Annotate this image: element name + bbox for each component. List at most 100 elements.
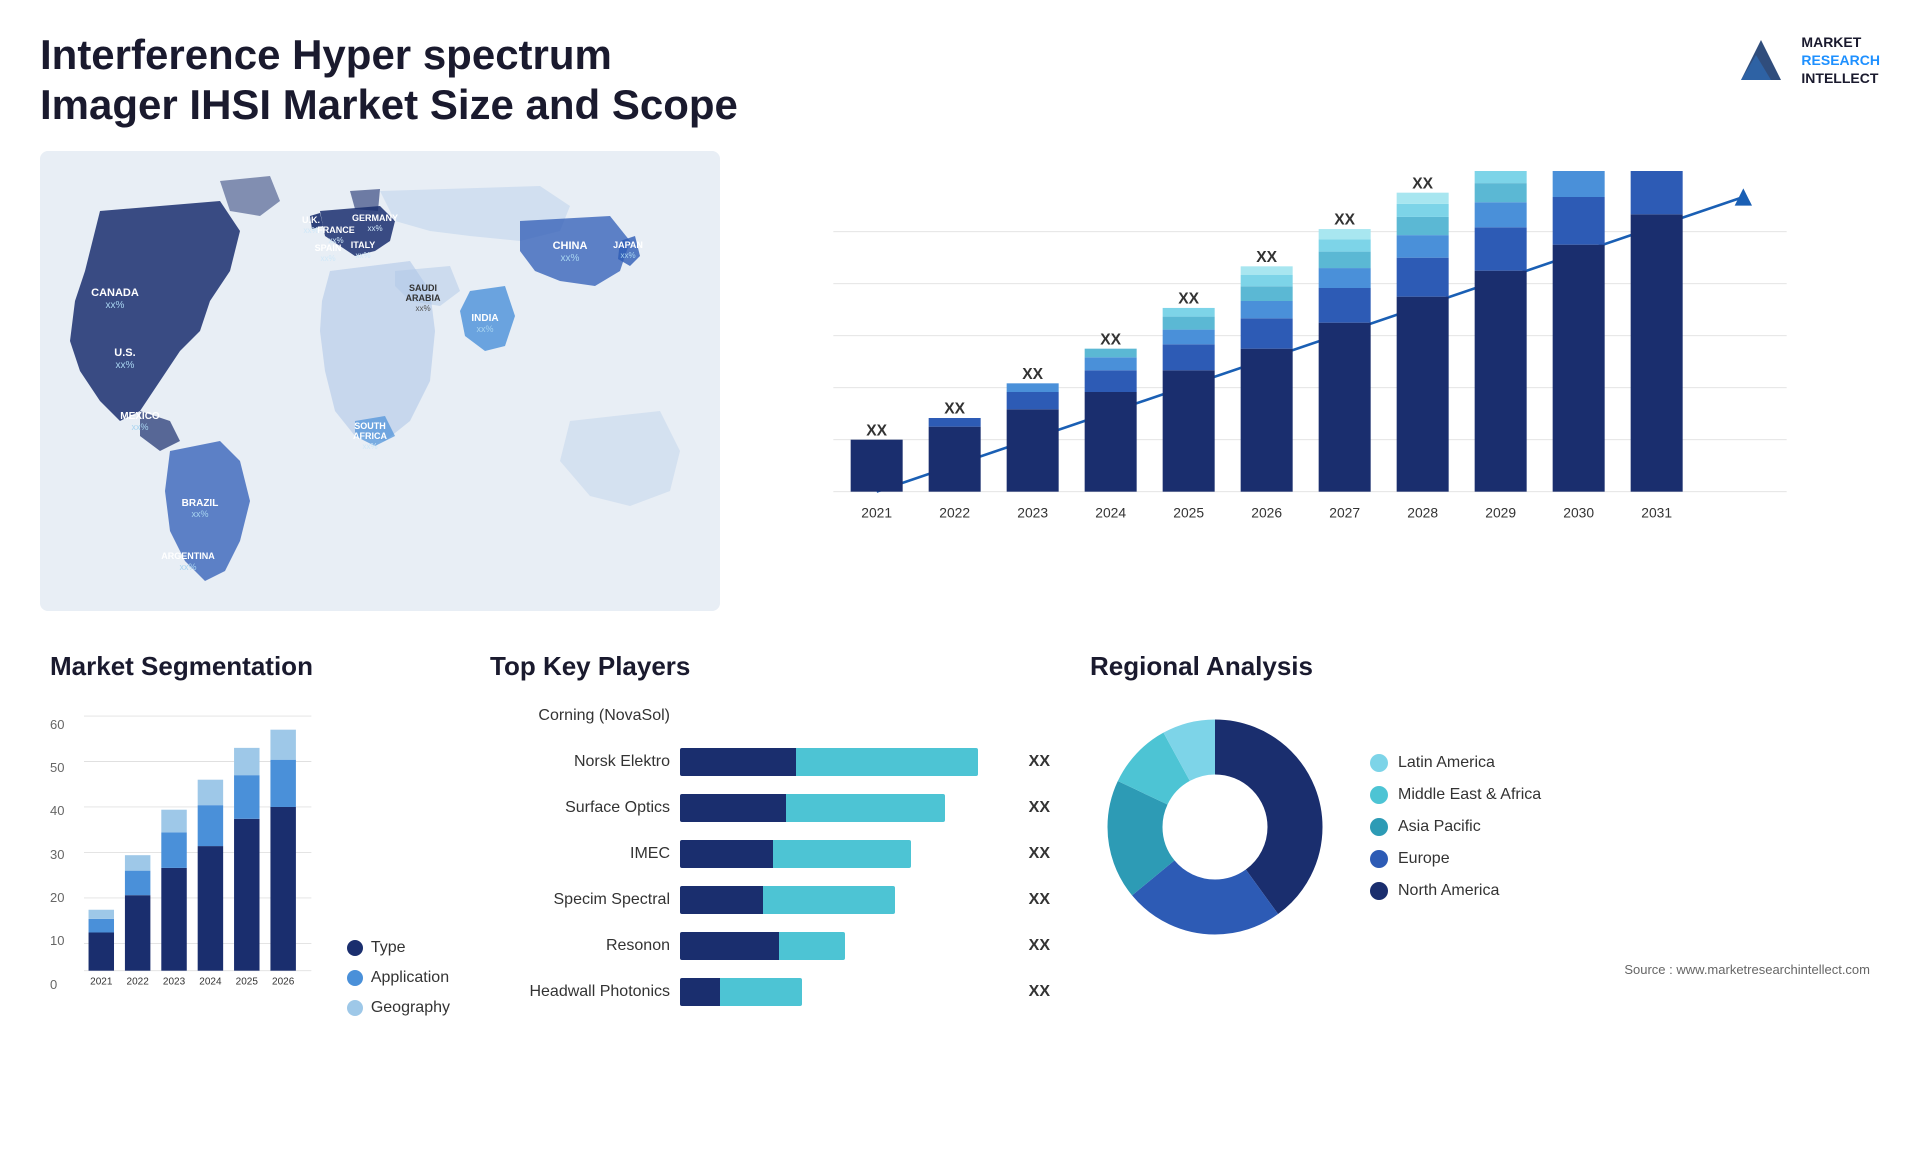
type-dot xyxy=(347,940,363,956)
key-players-title: Top Key Players xyxy=(490,651,1050,682)
player-xx: XX xyxy=(1029,799,1050,817)
seg-bars-svg: 2021 2022 2023 xyxy=(84,702,311,1012)
svg-text:2023: 2023 xyxy=(163,976,186,987)
player-xx: XX xyxy=(1029,937,1050,955)
svg-text:2026: 2026 xyxy=(1251,504,1282,520)
svg-text:xx%: xx% xyxy=(355,251,370,260)
seg-y-axis: 60 50 40 30 20 10 0 xyxy=(50,717,64,1017)
application-label: Application xyxy=(371,969,449,987)
seg-legend: Type Application Geography xyxy=(347,939,450,1017)
donut-container: Latin America Middle East & Africa Asia … xyxy=(1090,702,1870,952)
segmentation-title: Market Segmentation xyxy=(50,651,450,682)
svg-text:2023: 2023 xyxy=(1017,504,1048,520)
svg-text:SAUDI: SAUDI xyxy=(409,283,437,293)
legend-north-america: North America xyxy=(1370,882,1541,900)
svg-text:ITALY: ITALY xyxy=(351,240,376,250)
svg-text:FRANCE: FRANCE xyxy=(317,225,355,235)
svg-text:AFRICA: AFRICA xyxy=(353,431,387,441)
svg-text:XX: XX xyxy=(1412,175,1433,192)
player-name: IMEC xyxy=(490,845,670,863)
map-svg: CANADA xx% U.S. xx% MEXICO xx% BRAZIL xx… xyxy=(40,151,720,611)
geography-label: Geography xyxy=(371,999,450,1017)
svg-text:2029: 2029 xyxy=(1485,504,1516,520)
logo-text: MARKET RESEARCH INTELLECT xyxy=(1801,33,1880,88)
svg-text:INDIA: INDIA xyxy=(471,313,498,324)
source-text: Source : www.marketresearchintellect.com xyxy=(1090,962,1870,977)
svg-text:2021: 2021 xyxy=(861,504,892,520)
player-row: Specim Spectral XX xyxy=(490,886,1050,914)
middle-east-label: Middle East & Africa xyxy=(1398,786,1541,804)
svg-text:CHINA: CHINA xyxy=(553,240,588,252)
svg-text:2022: 2022 xyxy=(127,976,150,987)
player-bar-light xyxy=(786,794,945,822)
svg-text:xx%: xx% xyxy=(362,442,377,451)
svg-text:2024: 2024 xyxy=(1095,504,1126,520)
player-bar-container xyxy=(680,840,1011,868)
world-map: CANADA xx% U.S. xx% MEXICO xx% BRAZIL xx… xyxy=(40,151,720,611)
svg-text:xx%: xx% xyxy=(367,224,382,233)
player-bar-dark xyxy=(680,886,763,914)
svg-text:XX: XX xyxy=(1100,331,1121,348)
player-bar-container xyxy=(680,886,1011,914)
header: Interference Hyper spectrum Imager IHSI … xyxy=(40,30,1880,131)
player-xx: XX xyxy=(1029,891,1050,909)
svg-text:xx%: xx% xyxy=(476,324,493,334)
regional-legend: Latin America Middle East & Africa Asia … xyxy=(1370,754,1541,900)
europe-dot xyxy=(1370,850,1388,868)
svg-text:xx%: xx% xyxy=(131,422,148,432)
svg-text:JAPAN: JAPAN xyxy=(613,240,643,250)
svg-text:xx%: xx% xyxy=(320,254,335,263)
growth-chart: XX 2021 XX 2022 XX 2023 XX 2024 xyxy=(740,151,1880,611)
svg-text:MEXICO: MEXICO xyxy=(120,411,160,422)
latin-america-label: Latin America xyxy=(1398,754,1495,772)
svg-text:GERMANY: GERMANY xyxy=(352,213,398,223)
svg-text:xx%: xx% xyxy=(620,251,635,260)
player-row: Resonon XX xyxy=(490,932,1050,960)
legend-application: Application xyxy=(347,969,450,987)
svg-text:ARABIA: ARABIA xyxy=(406,293,441,303)
svg-text:XX: XX xyxy=(1178,290,1199,307)
legend-type: Type xyxy=(347,939,450,957)
player-name: Resonon xyxy=(490,937,670,955)
player-bar-dark xyxy=(680,978,720,1006)
svg-text:xx%: xx% xyxy=(106,300,125,311)
player-row: Norsk Elektro XX xyxy=(490,748,1050,776)
player-row: Headwall Photonics XX xyxy=(490,978,1050,1006)
asia-pacific-label: Asia Pacific xyxy=(1398,818,1481,836)
latin-america-dot xyxy=(1370,754,1388,772)
bottom-content: Market Segmentation 60 50 40 30 20 10 0 xyxy=(40,641,1880,1121)
asia-pacific-dot xyxy=(1370,818,1388,836)
svg-text:CANADA: CANADA xyxy=(91,287,139,299)
player-bar-light xyxy=(796,748,978,776)
donut-chart xyxy=(1090,702,1340,952)
player-bar-dark xyxy=(680,932,779,960)
player-name: Headwall Photonics xyxy=(490,983,670,1001)
svg-text:xx%: xx% xyxy=(415,304,430,313)
svg-text:XX: XX xyxy=(866,422,887,439)
north-america-label: North America xyxy=(1398,882,1499,900)
svg-text:2028: 2028 xyxy=(1407,504,1438,520)
seg-chart-area: 60 50 40 30 20 10 0 xyxy=(50,702,450,1017)
player-name: Specim Spectral xyxy=(490,891,670,909)
player-bar-light xyxy=(763,886,895,914)
svg-text:XX: XX xyxy=(1334,212,1355,229)
svg-text:SPAIN: SPAIN xyxy=(315,243,342,253)
svg-text:XX: XX xyxy=(1022,366,1043,383)
player-row: IMEC XX xyxy=(490,840,1050,868)
player-bar-light xyxy=(720,978,803,1006)
player-xx: XX xyxy=(1029,845,1050,863)
svg-text:xx%: xx% xyxy=(179,562,196,572)
player-row: Corning (NovaSol) xyxy=(490,702,1050,730)
application-dot xyxy=(347,970,363,986)
growth-chart-svg: XX 2021 XX 2022 XX 2023 XX 2024 xyxy=(760,171,1860,561)
svg-text:2030: 2030 xyxy=(1563,504,1594,520)
logo: MARKET RESEARCH INTELLECT xyxy=(1731,30,1880,90)
player-bar-container xyxy=(680,748,1011,776)
svg-text:ARGENTINA: ARGENTINA xyxy=(161,551,215,561)
player-name: Norsk Elektro xyxy=(490,753,670,771)
svg-text:U.S.: U.S. xyxy=(114,347,135,359)
player-bar-dark xyxy=(680,794,786,822)
market-segmentation: Market Segmentation 60 50 40 30 20 10 0 xyxy=(40,641,460,1121)
player-bar-light xyxy=(773,840,912,868)
svg-text:2022: 2022 xyxy=(939,504,970,520)
